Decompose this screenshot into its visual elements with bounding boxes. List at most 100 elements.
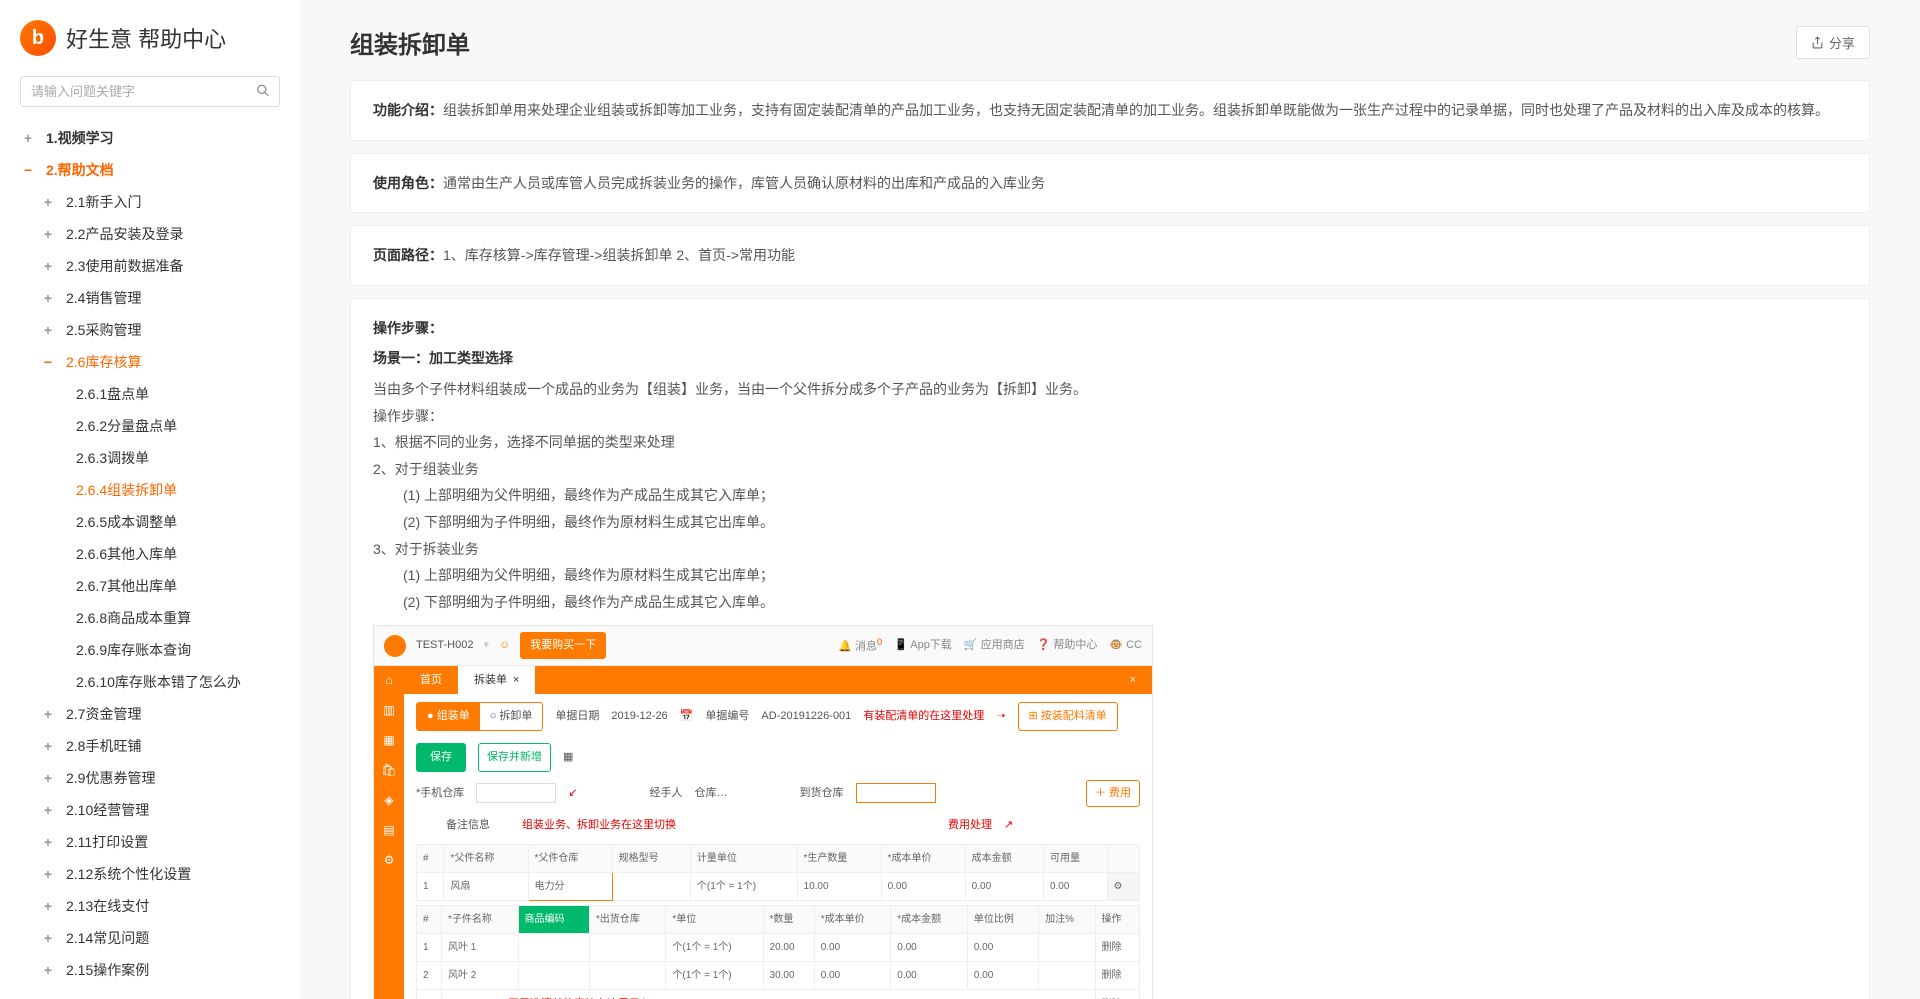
step2b: (2) 下部明细为子件明细，最终作为原材料生成其它出库单。: [373, 509, 1847, 536]
plus-icon: +: [40, 322, 56, 338]
template-button: ⊞ 按装配料清单: [1018, 702, 1118, 731]
mock-sidebar: ⌂ ▥ ▦ 🛍 ◈ ▤ ⚙: [374, 666, 404, 999]
embedded-screenshot: TEST-H002 ▾ ☺ 我要购买一下 🔔 消息0 📱 App下载 🛒 应用商…: [373, 625, 1153, 999]
mock-topbar: TEST-H002 ▾ ☺ 我要购买一下 🔔 消息0 📱 App下载 🛒 应用商…: [374, 626, 1152, 666]
scene1-desc: 当由多个子件材料组装成一个成品的业务为【组装】业务，当由一个父件拆分成多个子产品…: [373, 376, 1847, 403]
tab-home: 首页: [404, 666, 458, 694]
step1: 1、根据不同的业务，选择不同单据的类型来处理: [373, 429, 1847, 456]
radio-disassemble: ○ 拆卸单: [480, 703, 543, 730]
plus-icon: +: [40, 898, 56, 914]
nav-211[interactable]: +2.11打印设置: [20, 826, 280, 858]
nav-262[interactable]: 2.6.2分量盘点单: [20, 410, 280, 442]
date-value: 2019-12-26: [611, 706, 667, 727]
logo-icon: b: [20, 20, 56, 56]
step3b: (2) 下部明细为子件明细，最终作为产成品生成其它入库单。: [373, 589, 1847, 616]
share-icon: [1811, 36, 1824, 49]
plus-icon: +: [40, 738, 56, 754]
role-text: 通常由生产人员或库管人员完成拆装业务的操作，库管人员确认原材料的出库和产成品的入…: [443, 175, 1045, 191]
plus-icon: +: [40, 802, 56, 818]
doc-icon: ▥: [381, 702, 397, 718]
share-button[interactable]: 分享: [1796, 26, 1870, 59]
sub-header: 操作步骤：: [373, 403, 1847, 430]
nav-26[interactable]: −2.6库存核算: [20, 346, 280, 378]
logo: b 好生意 帮助中心: [20, 20, 280, 56]
nav-210[interactable]: +2.10经营管理: [20, 794, 280, 826]
role-label: 使用角色：: [373, 175, 443, 191]
nav-24[interactable]: +2.4销售管理: [20, 282, 280, 314]
plus-icon: +: [40, 706, 56, 722]
help-link: ❓ 帮助中心: [1037, 635, 1098, 656]
company-name: TEST-H002: [416, 635, 473, 656]
plus-icon: +: [40, 258, 56, 274]
search-icon[interactable]: [256, 83, 270, 100]
table-row: 1风扇电力分个(1个 = 1个)10.000.000.000.00⚙: [417, 872, 1140, 900]
setting-icon: ⚙: [381, 852, 397, 868]
plus-icon: +: [40, 930, 56, 946]
nav-267[interactable]: 2.6.7其他出库单: [20, 570, 280, 602]
more-icon: ▦: [563, 747, 573, 768]
parent-table: #*父件名称*父件仓库规格型号计量单位*生产数量*成本单价成本金额可用量 1风扇…: [416, 844, 1140, 901]
date-label: 单据日期: [555, 706, 599, 727]
step3: 3、对于拆装业务: [373, 536, 1847, 563]
steps-card: 操作步骤： 场景一：加工类型选择 当由多个子件材料组装成一个成品的业务为【组装】…: [350, 298, 1870, 999]
nav-212[interactable]: +2.12系统个性化设置: [20, 858, 280, 890]
app-download: 📱 App下载: [894, 635, 952, 656]
code-value: AD-20191226-001: [761, 706, 851, 727]
nav-214[interactable]: +2.14常见问题: [20, 922, 280, 954]
cart-icon: 🛍: [381, 762, 397, 778]
intro-label: 功能介绍：: [373, 102, 443, 118]
wh-input: [476, 783, 556, 803]
close-icon: ×: [513, 670, 519, 691]
plus-icon: +: [40, 770, 56, 786]
plus-icon: +: [40, 866, 56, 882]
nav-269[interactable]: 2.6.9库存账本查询: [20, 634, 280, 666]
note-fee: 费用处理: [948, 815, 992, 836]
nav-215[interactable]: +2.15操作案例: [20, 954, 280, 986]
nav-266[interactable]: 2.6.6其他入库单: [20, 538, 280, 570]
nav-264[interactable]: 2.6.4组装拆卸单: [20, 474, 280, 506]
minus-icon: −: [40, 354, 56, 370]
table-row: 1风叶 1个(1个 = 1个)20.000.000.000.00删除: [417, 933, 1140, 961]
close-all-icon: ×: [1114, 666, 1152, 694]
save-add-button: 保存并新增: [478, 743, 551, 772]
plus-icon: +: [20, 130, 36, 146]
plus-icon: +: [40, 962, 56, 978]
intro-text: 组装拆卸单用来处理企业组装或拆卸等加工业务，支持有固定装配清单的产品加工业务，也…: [443, 102, 1829, 118]
nav-261[interactable]: 2.6.1盘点单: [20, 378, 280, 410]
nav-22[interactable]: +2.2产品安装及登录: [20, 218, 280, 250]
nav-23[interactable]: +2.3使用前数据准备: [20, 250, 280, 282]
nav-28[interactable]: +2.8手机旺铺: [20, 730, 280, 762]
step3a: (1) 上部明细为父件明细，最终作为原材料生成其它出库单；: [373, 562, 1847, 589]
appstore: 🛒 应用商店: [964, 635, 1025, 656]
nav-2610[interactable]: 2.6.10库存账本错了怎么办: [20, 666, 280, 698]
tab-active: 拆装单×: [458, 666, 535, 694]
nav-29[interactable]: +2.9优惠券管理: [20, 762, 280, 794]
home-icon: ⌂: [381, 672, 397, 688]
nav-268[interactable]: 2.6.8商品成本重算: [20, 602, 280, 634]
steps-header: 操作步骤：: [373, 315, 1847, 342]
msg-link: 🔔 消息0: [838, 634, 882, 658]
fee-button: ＋ 费用: [1086, 780, 1140, 807]
nav-video[interactable]: +1.视频学习: [20, 122, 280, 154]
path-label: 页面路径：: [373, 247, 443, 263]
nav-docs[interactable]: −2.帮助文档: [20, 154, 280, 186]
note-switch: 组装业务、拆卸业务在这里切换: [522, 815, 676, 836]
search-input[interactable]: [20, 76, 280, 107]
search-box: [20, 76, 280, 107]
report-icon: ▤: [381, 822, 397, 838]
nav-21[interactable]: +2.1新手入门: [20, 186, 280, 218]
save-button: 保存: [416, 743, 466, 772]
type-radio-group: ● 组装单 ○ 拆卸单: [416, 702, 543, 731]
step2: 2、对于组装业务: [373, 456, 1847, 483]
nav-25[interactable]: +2.5采购管理: [20, 314, 280, 346]
main-content: 组装拆卸单 分享 功能介绍：组装拆卸单用来处理企业组装或拆卸等加工业务，支持有固…: [300, 0, 1920, 999]
table-row: 2风叶 2个(1个 = 1个)30.000.000.000.00删除: [417, 961, 1140, 989]
remark-label: 备注信息: [446, 815, 490, 836]
path-card: 页面路径：1、库存核算->库存管理->组装拆卸单 2、首页->常用功能: [350, 225, 1870, 286]
mock-tabs: 首页 拆装单× ×: [404, 666, 1152, 694]
nav-263[interactable]: 2.6.3调拨单: [20, 442, 280, 474]
nav-213[interactable]: +2.13在线支付: [20, 890, 280, 922]
nav-27[interactable]: +2.7资金管理: [20, 698, 280, 730]
dest-wh-input: [856, 783, 936, 803]
nav-265[interactable]: 2.6.5成本调整单: [20, 506, 280, 538]
